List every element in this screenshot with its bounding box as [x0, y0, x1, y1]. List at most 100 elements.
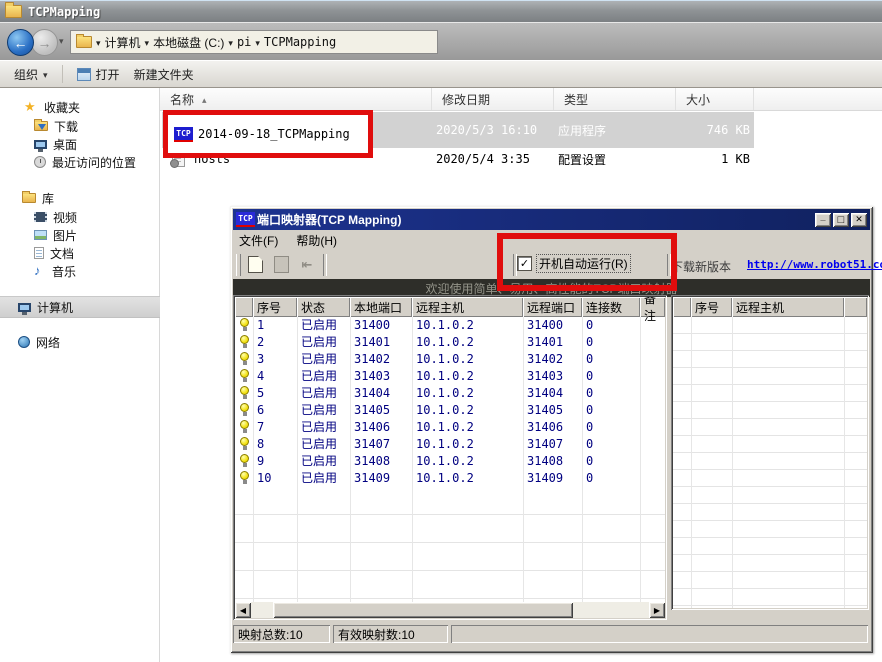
column-header-type[interactable]: 类型: [554, 88, 676, 110]
cell-status: 已启用: [301, 471, 338, 485]
forward-arrow-icon: →: [37, 34, 52, 51]
maximize-button[interactable]: [833, 212, 849, 227]
cell-note: [640, 334, 665, 351]
column-header-index[interactable]: 序号: [691, 297, 732, 317]
grid-line: [732, 317, 733, 608]
breadcrumb-arrow-icon[interactable]: [228, 35, 233, 49]
enabled-bulb-icon: [235, 334, 253, 351]
minimize-button[interactable]: [815, 212, 831, 227]
file-size: 746 KB: [706, 123, 750, 137]
column-header-connections[interactable]: 连接数: [582, 297, 640, 317]
menu-file[interactable]: 文件(F): [239, 232, 278, 249]
mapping-row[interactable]: 3 已启用 31402 10.1.0.2 31402 0: [235, 351, 665, 368]
column-header-index[interactable]: 序号: [253, 297, 297, 317]
cell-local-port: 31403: [354, 369, 391, 383]
column-header-remote-port[interactable]: 远程端口: [523, 297, 582, 317]
address-bar[interactable]: 计算机 本地磁盘 (C:) pi TCPMapping: [70, 30, 438, 54]
cell-status: 已启用: [301, 437, 338, 451]
toolbar-separator: [61, 65, 63, 83]
sidebar-item-favorites[interactable]: 收藏夹: [0, 98, 183, 116]
column-label: 类型: [564, 92, 589, 107]
cell-connections: 0: [586, 335, 594, 349]
scrollbar-thumb[interactable]: [273, 602, 573, 618]
cell-index: 8: [257, 437, 265, 451]
new-mapping-button[interactable]: [243, 254, 267, 276]
mapping-row[interactable]: 9 已启用 31408 10.1.0.2 31408 0: [235, 453, 665, 470]
cell-note: [640, 436, 665, 453]
status-total-mappings: 映射总数:10: [233, 625, 330, 643]
robot51-link[interactable]: http://www.robot51.com: [747, 258, 882, 271]
sidebar-item-computer[interactable]: 计算机: [0, 296, 177, 318]
breadcrumb-arrow-icon[interactable]: [255, 35, 260, 49]
file-list-header: 名称 修改日期 类型 大小: [160, 88, 882, 111]
mapping-row[interactable]: 4 已启用 31403 10.1.0.2 31403 0: [235, 368, 665, 385]
cell-local-port: 31409: [354, 471, 391, 485]
mapping-row[interactable]: 5 已启用 31404 10.1.0.2 31404 0: [235, 385, 665, 402]
column-header-blank: [754, 88, 882, 110]
cell-index: 9: [257, 454, 265, 468]
breadcrumb-pi[interactable]: pi: [237, 35, 251, 49]
column-header-local-port[interactable]: 本地端口: [350, 297, 412, 317]
horizontal-scrollbar[interactable]: [235, 602, 665, 618]
sidebar-item-libraries[interactable]: 库: [0, 189, 181, 207]
breadcrumb-tcpmapping[interactable]: TCPMapping: [264, 35, 336, 49]
mapping-row[interactable]: 6 已启用 31405 10.1.0.2 31405 0: [235, 402, 665, 419]
column-header-note[interactable]: 备注: [640, 297, 665, 323]
cell-note: [640, 385, 665, 402]
column-header-remote-host[interactable]: 远程主机: [412, 297, 523, 317]
cell-status: 已启用: [301, 335, 338, 349]
cell-connections: 0: [586, 369, 594, 383]
mapping-row[interactable]: 10 已启用 31409 10.1.0.2 31409 0: [235, 470, 665, 487]
new-folder-button[interactable]: 新建文件夹: [134, 66, 194, 83]
network-icon: [18, 336, 30, 348]
scroll-right-icon[interactable]: [649, 602, 665, 618]
sidebar-item-network[interactable]: 网络: [0, 333, 177, 351]
breadcrumb-computer[interactable]: 计算机: [105, 34, 141, 51]
mapping-row[interactable]: 7 已启用 31406 10.1.0.2 31406 0: [235, 419, 665, 436]
breadcrumb-local-disk[interactable]: 本地磁盘 (C:): [153, 34, 224, 51]
enabled-bulb-icon: [235, 453, 253, 470]
history-dropdown-icon[interactable]: ▾: [59, 36, 64, 47]
mapping-row[interactable]: 8 已启用 31407 10.1.0.2 31407 0: [235, 436, 665, 453]
file-date: 2020/5/3 16:10: [436, 123, 538, 137]
explorer-titlebar: TCPMapping: [0, 0, 882, 22]
scrollbar-track[interactable]: [251, 602, 649, 618]
column-header-size[interactable]: 大小: [676, 88, 754, 110]
column-header-name[interactable]: 名称: [160, 88, 432, 110]
file-name: 2014-09-18_TCPMapping: [198, 127, 350, 141]
cell-remote-port: 31401: [527, 335, 564, 349]
file-type: 应用程序: [558, 123, 607, 138]
forward-button[interactable]: →: [31, 29, 58, 56]
column-header-date[interactable]: 修改日期: [432, 88, 554, 110]
sidebar-label: 图片: [53, 228, 78, 243]
column-label: 名称: [170, 92, 195, 107]
empty-grid: [673, 317, 867, 608]
column-header-icon: [235, 297, 253, 317]
download-folder-icon: [34, 119, 48, 131]
explorer-command-bar: 组织 打开 新建文件夹: [0, 60, 882, 88]
mapping-row[interactable]: 2 已启用 31401 10.1.0.2 31401 0: [235, 334, 665, 351]
app-titlebar[interactable]: TCP 端口映射器(TCP Mapping): [233, 209, 870, 230]
organize-button[interactable]: 组织: [14, 66, 48, 83]
cell-remote-host: 10.1.0.2: [416, 454, 474, 468]
open-button[interactable]: 打开: [76, 66, 120, 83]
enabled-bulb-icon: [235, 385, 253, 402]
scroll-left-icon[interactable]: [235, 602, 251, 618]
column-header-status[interactable]: 状态: [297, 297, 350, 317]
mapping-row[interactable]: 1 已启用 31400 10.1.0.2 31400 0: [235, 317, 665, 334]
column-label: 备注: [644, 297, 657, 323]
column-header-remote-host[interactable]: 远程主机: [732, 297, 844, 317]
grid-line: [844, 317, 845, 608]
back-button[interactable]: ←: [7, 29, 34, 56]
empty-grid: [235, 487, 665, 602]
close-button[interactable]: [851, 212, 867, 227]
breadcrumb-arrow-icon[interactable]: [145, 35, 150, 49]
cell-index: 3: [257, 352, 265, 366]
cell-remote-port: 31403: [527, 369, 564, 383]
cell-note: [640, 470, 665, 487]
breadcrumb-arrow-icon[interactable]: [96, 35, 101, 49]
music-icon: [34, 264, 46, 278]
cell-remote-host: 10.1.0.2: [416, 437, 474, 451]
chevron-down-icon: [43, 67, 48, 81]
menu-help[interactable]: 帮助(H): [296, 232, 337, 249]
